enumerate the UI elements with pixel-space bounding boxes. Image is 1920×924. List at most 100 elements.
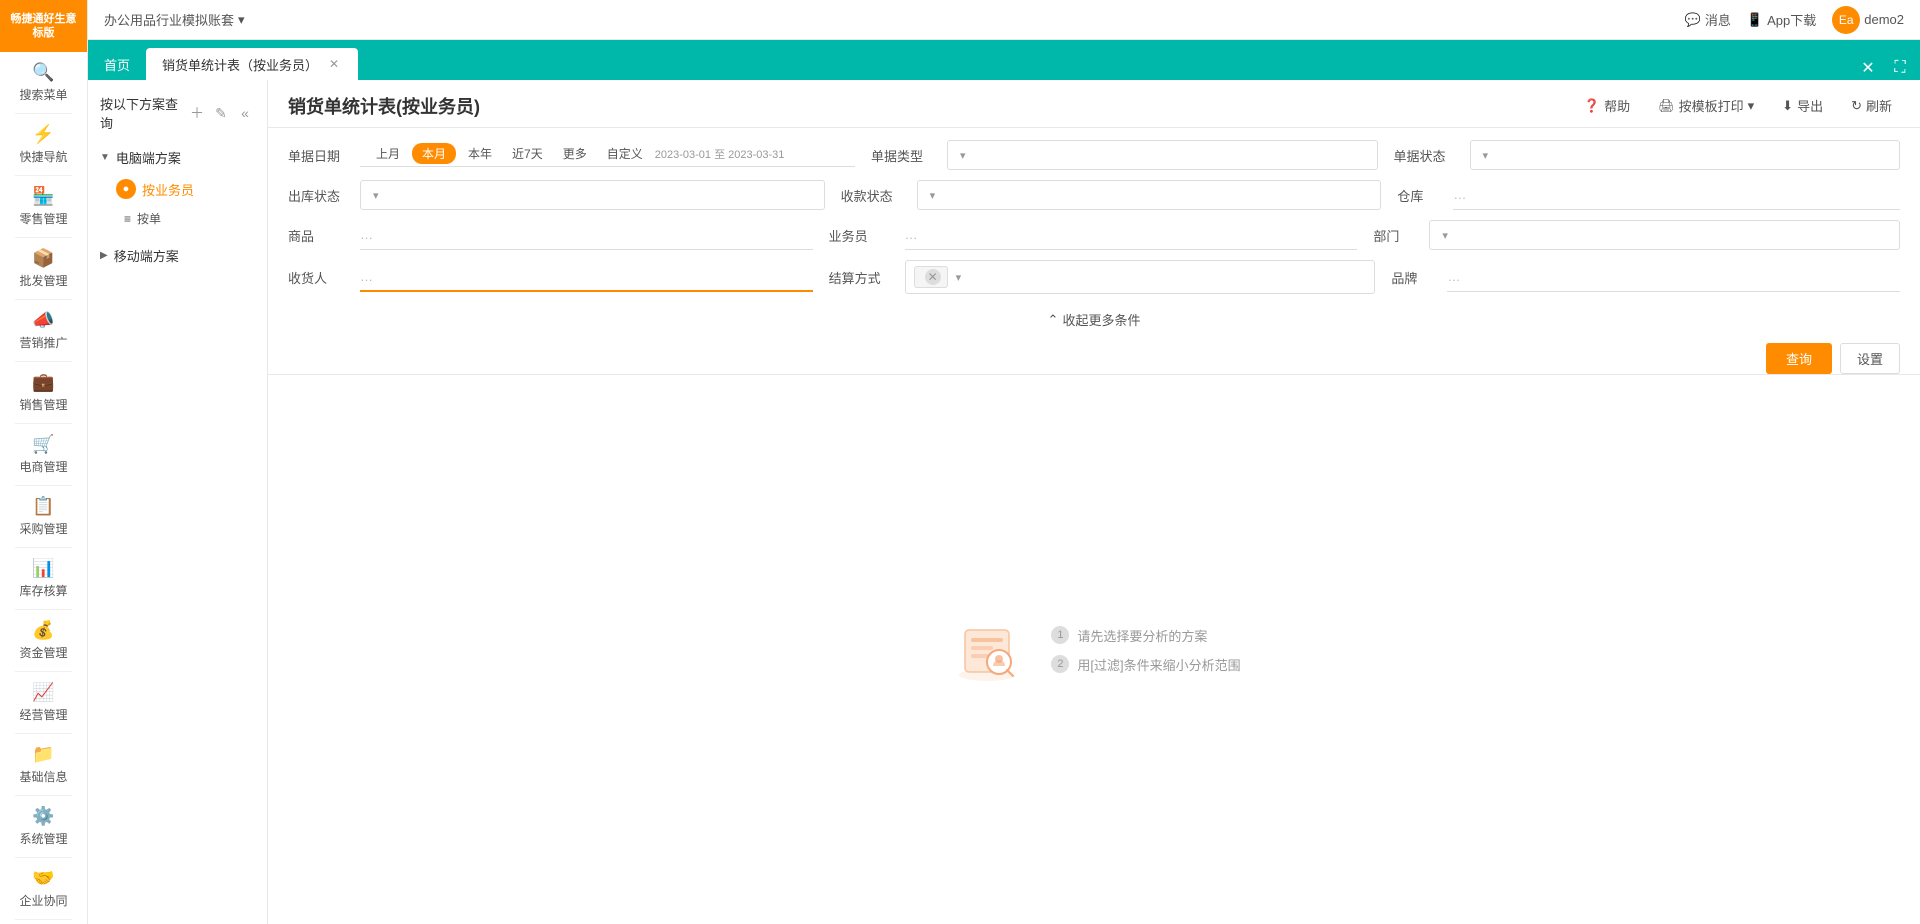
- salesman-control[interactable]: …: [905, 220, 1358, 250]
- product-control[interactable]: …: [360, 220, 813, 250]
- ecommerce-icon: 🛒: [32, 434, 54, 455]
- app-download-btn[interactable]: 📱 App下载: [1747, 10, 1816, 29]
- tab-sales-stat[interactable]: 销货单统计表（按业务员） ✕: [146, 48, 358, 80]
- tab-label-home: 首页: [104, 55, 130, 74]
- last-7days-btn[interactable]: 近7天: [504, 143, 551, 164]
- this-month-btn[interactable]: 本月: [412, 143, 456, 164]
- settlement-tag-close[interactable]: ✕: [925, 269, 941, 285]
- settlement-control[interactable]: ✕ ▾: [905, 260, 1376, 294]
- sidebar-item-purchase[interactable]: 📋采购管理: [15, 486, 71, 548]
- department-label: 部门: [1373, 226, 1413, 245]
- payment-status-control[interactable]: ▾: [917, 180, 1382, 210]
- sidebar-item-marketing[interactable]: 📣营销推广: [15, 300, 71, 362]
- filter-row-3: 商品 … 业务员 … 部门 ▾: [288, 220, 1900, 250]
- receiver-control[interactable]: …: [360, 262, 813, 292]
- tab-close-sales-stat[interactable]: ✕: [326, 56, 342, 72]
- sidebar-label-ecommerce: 电商管理: [19, 458, 67, 475]
- message-icon: 💬: [1685, 12, 1701, 28]
- filter-row-4: 收货人 … 结算方式 ✕ ▾ 品牌: [288, 260, 1900, 294]
- sidebar-item-quick-nav[interactable]: ⚡快捷导航: [15, 114, 71, 176]
- sidebar-item-wholesale[interactable]: 📦批发管理: [15, 238, 71, 300]
- help-label: 帮助: [1604, 96, 1630, 115]
- doc-type-arrow-icon: ▾: [960, 149, 966, 162]
- mobile-plan-header[interactable]: ▶ 移动端方案: [88, 240, 267, 271]
- help-icon: ❓: [1584, 98, 1600, 114]
- export-btn[interactable]: ⬇ 导出: [1774, 92, 1831, 119]
- brand-control[interactable]: …: [1447, 262, 1900, 292]
- messages-label: 消息: [1705, 10, 1731, 29]
- empty-tip-2: 2 用[过滤]条件来缩小分析范围: [1051, 655, 1240, 674]
- collapse-btn[interactable]: ⌃ 收起更多条件: [268, 304, 1920, 335]
- filter-row-2: 出库状态 ▾ 收款状态 ▾ 仓库 …: [288, 180, 1900, 210]
- sidebar-item-stock[interactable]: 📊库存核算: [15, 548, 71, 610]
- collapse-label: 收起更多条件: [1062, 310, 1140, 329]
- left-panel-icons: ＋ ✎ «: [187, 103, 255, 123]
- sidebar-item-operations[interactable]: 📈经营管理: [15, 672, 71, 734]
- avatar-circle: Ea: [1832, 6, 1860, 34]
- sidebar-item-basic-info[interactable]: 📁基础信息: [15, 734, 71, 796]
- stock-status-label: 出库状态: [288, 186, 344, 205]
- last-month-btn[interactable]: 上月: [368, 143, 408, 164]
- sidebar-item-system[interactable]: ⚙️系统管理: [15, 796, 71, 858]
- top-header: 办公用品行业模拟账套 ▾ 💬 消息 📱 App下载 Ea demo2: [88, 0, 1920, 40]
- doc-type-control[interactable]: ▾: [947, 140, 1378, 170]
- page-content: 按以下方案查询 ＋ ✎ « ▼ 电脑端方案 ● 按业务员 ≡ 按单: [88, 80, 1920, 924]
- desktop-plan-header[interactable]: ▼ 电脑端方案: [88, 142, 267, 173]
- top-header-right: 💬 消息 📱 App下载 Ea demo2: [1685, 6, 1904, 34]
- tip-text-1: 请先选择要分析的方案: [1077, 626, 1207, 645]
- product-label: 商品: [288, 226, 344, 245]
- company-selector[interactable]: 办公用品行业模拟账套 ▾: [104, 10, 245, 29]
- tab-bar: 首页 销货单统计表（按业务员） ✕ ✕ ⛶: [88, 40, 1920, 80]
- sidebar-item-sales[interactable]: 💼 销售管理: [15, 362, 71, 424]
- messages-btn[interactable]: 💬 消息: [1685, 10, 1731, 29]
- empty-icon: [947, 610, 1027, 690]
- date-range-text: 2023-03-01 至 2023-03-31: [655, 146, 785, 162]
- expand-tab-action[interactable]: ⛶: [1888, 56, 1912, 80]
- empty-tip-1: 1 请先选择要分析的方案: [1051, 626, 1240, 645]
- edit-plan-icon[interactable]: ✎: [211, 103, 231, 123]
- sidebar-item-new-guide[interactable]: 🆕新手引导: [15, 920, 71, 924]
- sidebar-label-enterprise: 企业协同: [19, 892, 67, 909]
- query-btn[interactable]: 查询: [1766, 343, 1832, 374]
- print-btn[interactable]: 🖨 按模板打印 ▾: [1650, 92, 1762, 119]
- plan-sub-item-by-order[interactable]: ≡ 按单: [88, 205, 267, 232]
- plan-item-by-salesman[interactable]: ● 按业务员: [88, 173, 267, 205]
- user-avatar[interactable]: Ea demo2: [1832, 6, 1904, 34]
- receiver-placeholder: …: [360, 269, 373, 284]
- help-btn[interactable]: ❓ 帮助: [1576, 92, 1638, 119]
- settlement-tag: ✕: [914, 266, 948, 288]
- sidebar-label-sales: 销售管理: [19, 396, 67, 413]
- tab-label-sales-stat: 销货单统计表（按业务员）: [162, 55, 318, 74]
- sidebar-item-ecommerce[interactable]: 🛒 电商管理: [15, 424, 71, 486]
- refresh-label: 刷新: [1866, 96, 1892, 115]
- settings-btn[interactable]: 设置: [1840, 343, 1900, 374]
- sidebar-label-stock: 库存核算: [19, 582, 67, 599]
- sidebar-item-retail[interactable]: 🏪零售管理: [15, 176, 71, 238]
- custom-btn[interactable]: 自定义: [599, 143, 651, 164]
- department-control[interactable]: ▾: [1429, 220, 1900, 250]
- close-tab-action[interactable]: ✕: [1856, 56, 1880, 80]
- retail-icon: 🏪: [32, 186, 54, 207]
- tab-home[interactable]: 首页: [88, 48, 146, 80]
- sidebar-item-enterprise[interactable]: 🤝企业协同: [15, 858, 71, 920]
- add-plan-icon[interactable]: ＋: [187, 103, 207, 123]
- download-icon: 📱: [1747, 12, 1763, 28]
- more-btn[interactable]: 更多: [555, 143, 595, 164]
- tip-num-2: 2: [1051, 655, 1069, 673]
- refresh-btn[interactable]: ↻ 刷新: [1843, 92, 1900, 119]
- warehouse-placeholder: …: [1453, 187, 1466, 202]
- quick-nav-icon: ⚡: [32, 124, 54, 145]
- receiver-label: 收货人: [288, 268, 344, 287]
- warehouse-control[interactable]: …: [1453, 180, 1900, 210]
- doc-status-control[interactable]: ▾: [1470, 140, 1901, 170]
- order-icon: ≡: [124, 212, 131, 226]
- sidebar-item-finance[interactable]: 💰资金管理: [15, 610, 71, 672]
- this-year-btn[interactable]: 本年: [460, 143, 500, 164]
- sidebar-label-finance: 资金管理: [19, 644, 67, 661]
- date-filter-buttons: 上月 本月 本年 近7天 更多 自定义: [368, 143, 651, 164]
- stock-status-control[interactable]: ▾: [360, 180, 825, 210]
- sales-icon: 💼: [32, 372, 54, 393]
- collapse-panel-icon[interactable]: «: [235, 103, 255, 123]
- settlement-arrow-icon: ▾: [956, 271, 962, 284]
- sidebar-item-search[interactable]: 🔍搜索菜单: [15, 52, 71, 114]
